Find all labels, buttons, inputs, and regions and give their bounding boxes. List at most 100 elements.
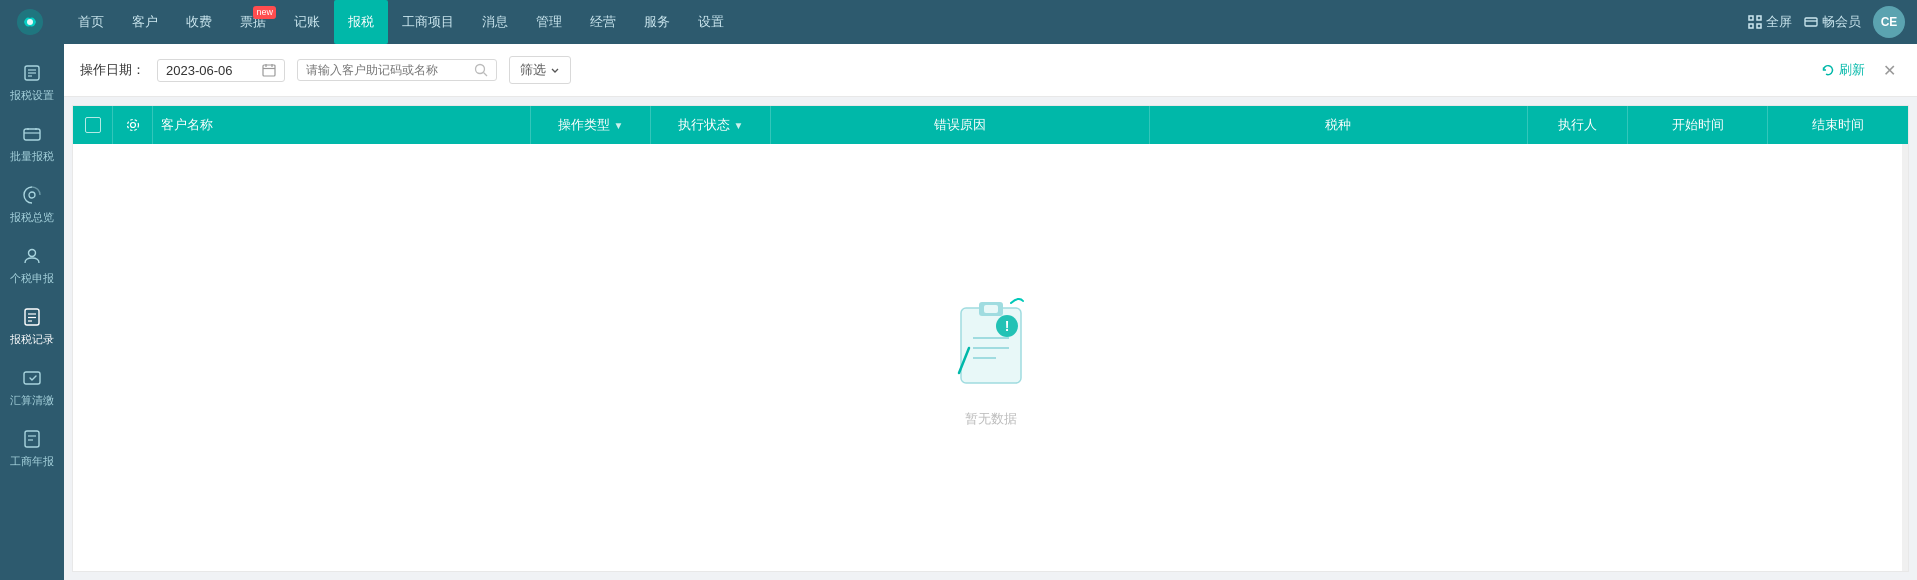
nav-item-home[interactable]: 首页 (64, 0, 118, 44)
filter-button[interactable]: 筛选 (509, 56, 571, 84)
fullscreen-button[interactable]: 全屏 (1748, 13, 1792, 31)
sort-icon-exec-status: ▼ (733, 120, 743, 131)
new-badge: new (253, 6, 276, 19)
svg-rect-3 (1757, 16, 1761, 20)
main-layout: 报税设置批量报税报税总览个税申报报税记录汇算清缴工商年报 操作日期： (0, 44, 1917, 580)
nav-item-settings[interactable]: 设置 (684, 0, 738, 44)
svg-rect-34 (984, 305, 998, 313)
svg-text:!: ! (1004, 318, 1009, 334)
nav-item-accounts[interactable]: 记账 (280, 0, 334, 44)
svg-point-31 (127, 120, 138, 131)
select-all-checkbox[interactable] (85, 117, 101, 133)
th-exec-status: 执行状态 ▼ (651, 106, 771, 144)
th-customer: 客户名称 (153, 106, 531, 144)
svg-rect-21 (25, 431, 39, 447)
table-container: 客户名称 操作类型 ▼ 执行状态 ▼ 错误原因 税种 执行人 (72, 105, 1909, 572)
svg-point-28 (476, 65, 485, 74)
date-input-wrap[interactable] (157, 59, 285, 82)
th-settings (113, 106, 153, 144)
svg-rect-2 (1749, 16, 1753, 20)
nav-item-service[interactable]: 服务 (630, 0, 684, 44)
search-icon (474, 63, 488, 77)
date-label: 操作日期： (80, 61, 145, 79)
filter-label: 筛选 (520, 61, 546, 79)
sidebar-label-batch-tax: 批量报税 (10, 149, 54, 164)
sidebar-item-tax-settings[interactable]: 报税设置 (0, 52, 64, 113)
th-executor: 执行人 (1528, 106, 1628, 144)
avatar-text: CE (1881, 15, 1898, 29)
top-navigation: 首页客户收费票据new记账报税工商项目消息管理经营服务设置 全屏 畅会员 CE (0, 0, 1917, 44)
annual-report-icon (21, 428, 43, 450)
svg-rect-12 (24, 129, 40, 140)
sidebar-item-tax-overview[interactable]: 报税总览 (0, 174, 64, 235)
tax-record-icon (21, 306, 43, 328)
nav-item-admin[interactable]: 管理 (522, 0, 576, 44)
sort-icon-op-type: ▼ (613, 120, 623, 131)
nav-item-invoice[interactable]: 票据new (226, 0, 280, 44)
empty-text: 暂无数据 (965, 410, 1017, 428)
chevron-down-icon (550, 65, 560, 75)
sidebar-label-tax-settings: 报税设置 (10, 88, 54, 103)
sidebar-label-settlement: 汇算清缴 (10, 393, 54, 408)
toolbar: 操作日期： 筛选 (64, 44, 1917, 97)
search-wrap[interactable] (297, 59, 497, 81)
content-area: 操作日期： 筛选 (64, 44, 1917, 580)
svg-point-1 (27, 19, 33, 25)
date-input[interactable] (166, 63, 256, 78)
member-button[interactable]: 畅会员 (1804, 13, 1861, 31)
sidebar: 报税设置批量报税报税总览个税申报报税记录汇算清缴工商年报 (0, 44, 64, 580)
empty-illustration: ! (941, 288, 1041, 398)
member-label: 畅会员 (1822, 13, 1861, 31)
refresh-button[interactable]: 刷新 (1821, 61, 1865, 79)
scrollbar[interactable] (1902, 144, 1908, 571)
table-body: ! 暂无数据 (73, 144, 1908, 571)
calendar-icon (262, 63, 276, 77)
refresh-label: 刷新 (1839, 61, 1865, 79)
nav-item-customer[interactable]: 客户 (118, 0, 172, 44)
svg-point-30 (130, 123, 135, 128)
nav-item-business[interactable]: 工商项目 (388, 0, 468, 44)
nav-items: 首页客户收费票据new记账报税工商项目消息管理经营服务设置 (64, 0, 1748, 44)
user-avatar[interactable]: CE (1873, 6, 1905, 38)
sidebar-label-annual-report: 工商年报 (10, 454, 54, 469)
personal-tax-icon (21, 245, 43, 267)
svg-rect-20 (24, 372, 40, 384)
sidebar-item-tax-record[interactable]: 报税记录 (0, 296, 64, 357)
fullscreen-label: 全屏 (1766, 13, 1792, 31)
th-tax-type: 税种 (1150, 106, 1528, 144)
th-start-time: 开始时间 (1628, 106, 1768, 144)
settings-gear-icon (126, 118, 140, 132)
svg-rect-24 (263, 65, 275, 76)
sidebar-label-tax-record: 报税记录 (10, 332, 54, 347)
th-checkbox[interactable] (73, 106, 113, 144)
svg-point-15 (29, 250, 36, 257)
svg-rect-5 (1757, 24, 1761, 28)
refresh-icon (1821, 63, 1835, 77)
nav-item-billing[interactable]: 收费 (172, 0, 226, 44)
nav-item-finance[interactable]: 经营 (576, 0, 630, 44)
svg-rect-6 (1805, 18, 1817, 26)
sidebar-item-batch-tax[interactable]: 批量报税 (0, 113, 64, 174)
nav-item-message[interactable]: 消息 (468, 0, 522, 44)
batch-tax-icon (21, 123, 43, 145)
table-header: 客户名称 操作类型 ▼ 执行状态 ▼ 错误原因 税种 执行人 (73, 106, 1908, 144)
svg-rect-4 (1749, 24, 1753, 28)
nav-right: 全屏 畅会员 CE (1748, 6, 1905, 38)
sidebar-label-tax-overview: 报税总览 (10, 210, 54, 225)
tax-settings-icon (21, 62, 43, 84)
settlement-icon (21, 367, 43, 389)
app-logo[interactable] (12, 4, 48, 40)
close-button[interactable]: ✕ (1877, 58, 1901, 82)
tax-overview-icon (21, 184, 43, 206)
sidebar-item-settlement[interactable]: 汇算清缴 (0, 357, 64, 418)
th-error-reason: 错误原因 (771, 106, 1149, 144)
nav-item-tax[interactable]: 报税 (334, 0, 388, 44)
sidebar-label-personal-tax: 个税申报 (10, 271, 54, 286)
th-op-type: 操作类型 ▼ (531, 106, 651, 144)
th-end-time: 结束时间 (1768, 106, 1908, 144)
svg-point-14 (29, 192, 35, 198)
svg-line-29 (484, 73, 488, 77)
search-input[interactable] (306, 63, 470, 77)
sidebar-item-annual-report[interactable]: 工商年报 (0, 418, 64, 479)
sidebar-item-personal-tax[interactable]: 个税申报 (0, 235, 64, 296)
